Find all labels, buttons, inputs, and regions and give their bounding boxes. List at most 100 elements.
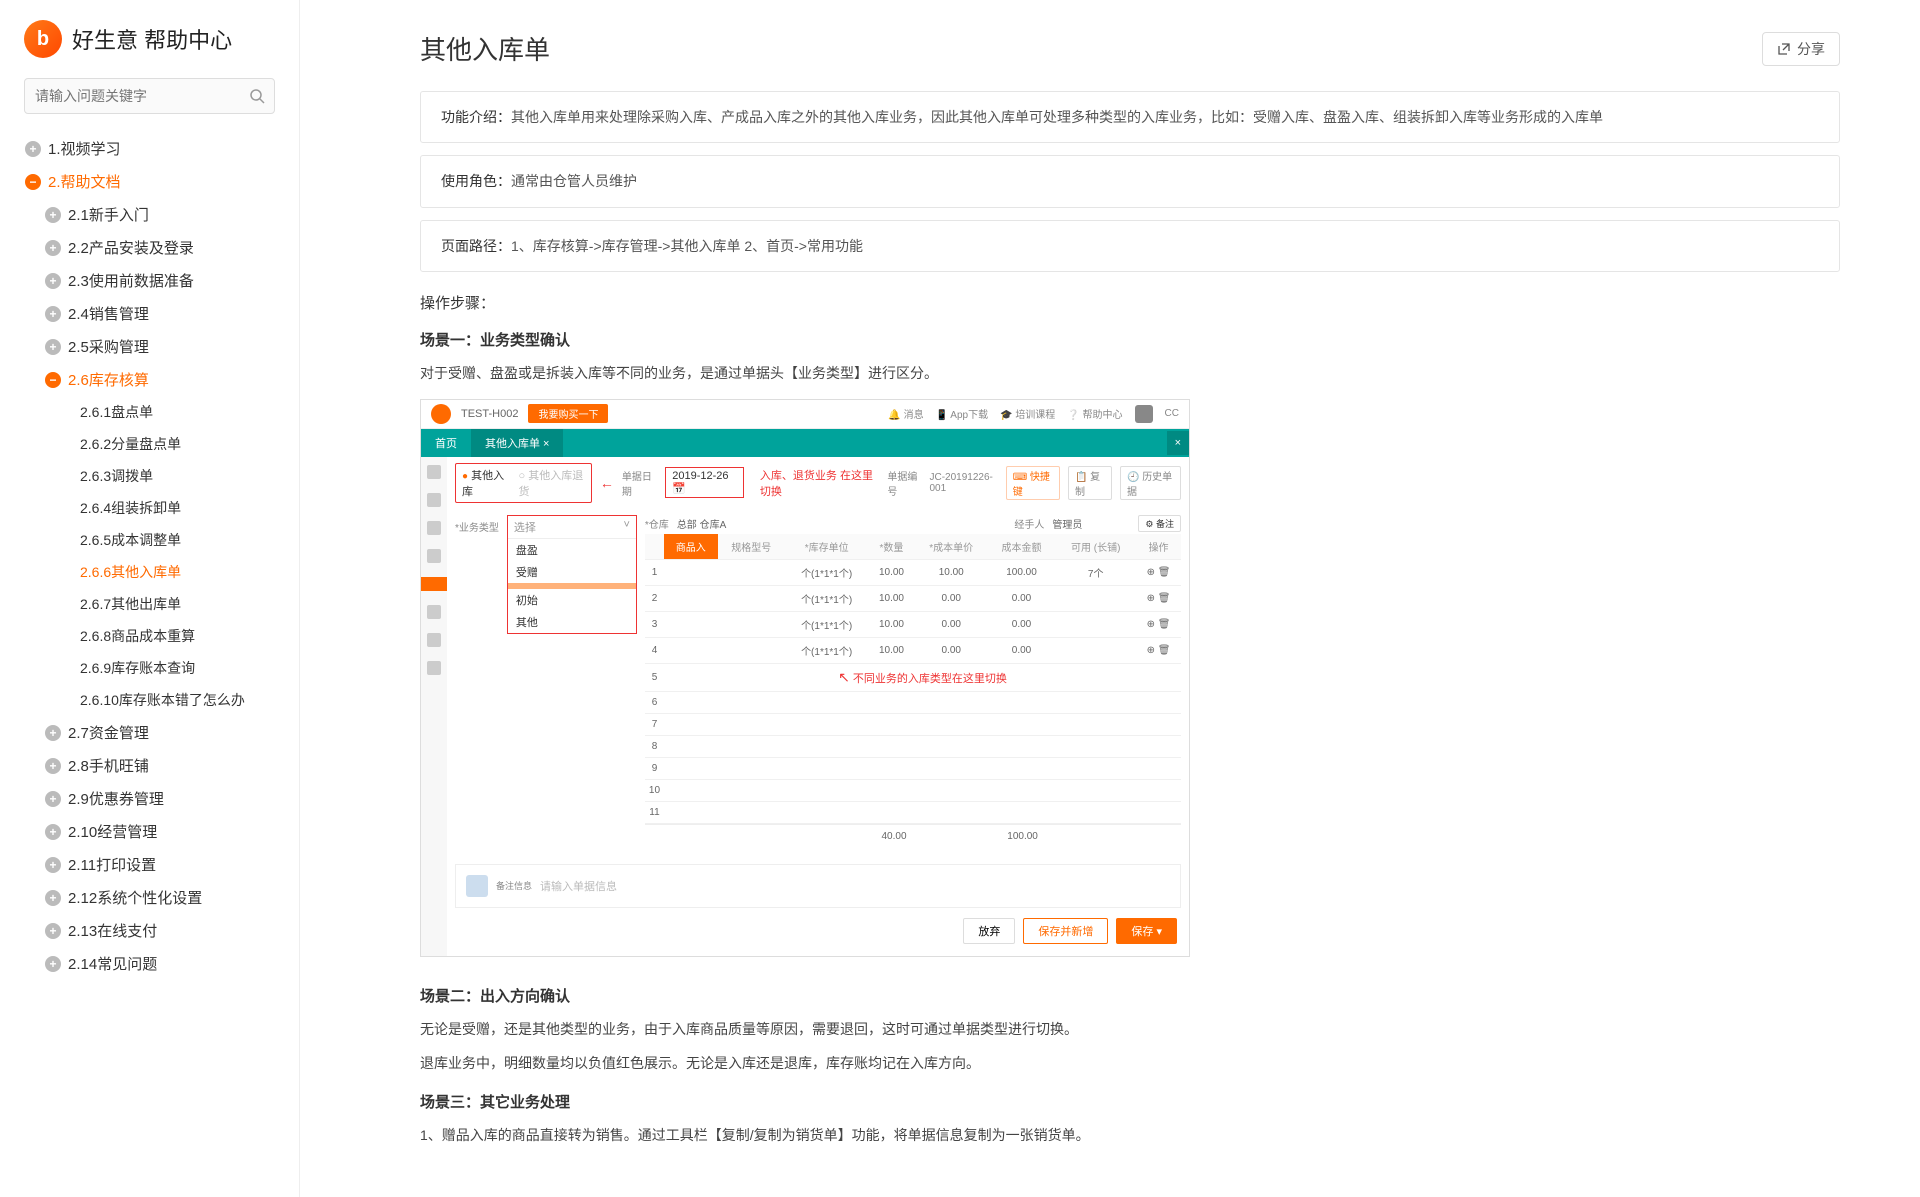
nav-2-6-4[interactable]: 2.6.4组装拆卸单	[24, 492, 275, 524]
nav-2-12[interactable]: +2.12系统个性化设置	[24, 881, 275, 914]
sim-items-table: 商品入规格型号*库存单位*数量*成本单价成本金额可用 (长铺)操作 1个(1*1…	[645, 534, 1181, 824]
nav-2-6-8[interactable]: 2.6.8商品成本重算	[24, 620, 275, 652]
sidebar: b 好生意 帮助中心 +1.视频学习 −2.帮助文档 +2.1新手入门 +2.2…	[0, 0, 300, 1197]
nav-2-6-3[interactable]: 2.6.3调拨单	[24, 460, 275, 492]
sim-radio-out[interactable]: 其他入库退货	[519, 470, 584, 498]
sim-app-link[interactable]: 📱 App下载	[936, 406, 988, 421]
sim-tab-doc[interactable]: 其他入库单 ×	[471, 429, 563, 457]
sim-nav-icon[interactable]	[427, 605, 441, 619]
nav-label: 2.2产品安装及登录	[68, 237, 194, 258]
search-input[interactable]	[24, 78, 275, 114]
sim-dd-option[interactable]: 其他	[508, 611, 636, 633]
table-row[interactable]: 6	[645, 691, 1181, 713]
table-row[interactable]: 3个(1*1*1个)10.000.000.00⊕ 🗑	[645, 611, 1181, 637]
sim-tab-close-icon[interactable]: ×	[1167, 431, 1189, 455]
sim-config-button[interactable]: ⚙ 备注	[1138, 515, 1181, 532]
nav-2-6-2[interactable]: 2.6.2分量盘点单	[24, 428, 275, 460]
table-row[interactable]: 4个(1*1*1个)10.000.000.00⊕ 🗑	[645, 637, 1181, 663]
nav-2-6-9[interactable]: 2.6.9库存账本查询	[24, 652, 275, 684]
sim-username: CC	[1165, 408, 1179, 419]
sim-save-add-button[interactable]: 保存并新增	[1023, 918, 1108, 944]
nav-2-6-1[interactable]: 2.6.1盘点单	[24, 396, 275, 428]
sim-msg-link[interactable]: 🔔 消息	[888, 406, 923, 421]
sim-dd-option[interactable]: 盘盈	[508, 539, 636, 561]
table-row[interactable]: 8	[645, 735, 1181, 757]
table-row[interactable]: 2个(1*1*1个)10.000.000.00⊕ 🗑	[645, 585, 1181, 611]
sim-handler-label: 经手人	[1014, 516, 1044, 531]
table-row[interactable]: 7	[645, 713, 1181, 735]
nav-2-6[interactable]: −2.6库存核算	[24, 363, 275, 396]
nav-2-8[interactable]: +2.8手机旺铺	[24, 749, 275, 782]
nav-2-11[interactable]: +2.11打印设置	[24, 848, 275, 881]
sim-th: 成本金额	[988, 534, 1056, 560]
sim-chip-copy[interactable]: 📋 复制	[1068, 466, 1112, 500]
sim-radio-in[interactable]: 其他入库	[462, 470, 504, 498]
nav-label: 2.6.6其他入库单	[80, 562, 181, 582]
sim-biztype-dropdown[interactable]: 选择˅ 盘盈 受赠 初始 其他	[507, 515, 637, 634]
nav-2-9[interactable]: +2.9优惠券管理	[24, 782, 275, 815]
nav-2-3[interactable]: +2.3使用前数据准备	[24, 264, 275, 297]
nav-2-6-5[interactable]: 2.6.5成本调整单	[24, 524, 275, 556]
sim-notes-input[interactable]: 请输入单据信息	[540, 878, 1170, 894]
search-icon[interactable]	[249, 88, 265, 104]
sim-discard-button[interactable]: 放弃	[963, 918, 1015, 944]
sim-biztype-label: *业务类型	[455, 519, 499, 534]
sim-nav-icon[interactable]	[427, 633, 441, 647]
sim-nav-icon[interactable]	[427, 521, 441, 535]
nav-2-10[interactable]: +2.10经营管理	[24, 815, 275, 848]
nav-video-learning[interactable]: +1.视频学习	[24, 132, 275, 165]
role-card: 使用角色：通常由仓管人员维护	[420, 155, 1840, 207]
sim-nav-icon-active[interactable]	[421, 577, 447, 591]
nav-2-2[interactable]: +2.2产品安装及登录	[24, 231, 275, 264]
sim-tab-home[interactable]: 首页	[421, 429, 471, 457]
sim-save-button[interactable]: 保存 ▾	[1116, 918, 1177, 944]
sim-tutorial-link[interactable]: 🎓 培训课程	[1000, 406, 1055, 421]
sim-avatar-icon[interactable]	[1135, 405, 1153, 423]
table-row[interactable]: 1个(1*1*1个)10.0010.00100.007个⊕ 🗑	[645, 559, 1181, 585]
sim-date-input[interactable]: 2019-12-26 📅	[665, 467, 744, 498]
nav-label: 2.6.4组装拆卸单	[80, 498, 181, 518]
scene2-text1: 无论是受赠，还是其他类型的业务，由于入库商品质量等原因，需要退回，这时可通过单据…	[420, 1016, 1840, 1043]
sim-nav-icon[interactable]	[427, 493, 441, 507]
sim-chip-shortcut[interactable]: ⌨ 快捷键	[1006, 466, 1060, 500]
table-row[interactable]: 5↖ 不同业务的入库类型在这里切换	[645, 663, 1181, 691]
sim-th: *数量	[868, 534, 914, 560]
sim-dd-option[interactable]: 受赠	[508, 561, 636, 583]
sim-dd-option[interactable]: 初始	[508, 589, 636, 611]
nav-2-4[interactable]: +2.4销售管理	[24, 297, 275, 330]
table-row[interactable]: 10	[645, 779, 1181, 801]
nav-2-6-10[interactable]: 2.6.10库存账本错了怎么办	[24, 684, 275, 716]
path-card: 页面路径：1、库存核算->库存管理->其他入库单 2、首页->常用功能	[420, 220, 1840, 272]
sim-nav-icon[interactable]	[427, 465, 441, 479]
nav-2-6-7[interactable]: 2.6.7其他出库单	[24, 588, 275, 620]
sim-nav-icon[interactable]	[427, 549, 441, 563]
nav-2-13[interactable]: +2.13在线支付	[24, 914, 275, 947]
sim-date-label: 单据日期	[622, 468, 657, 498]
sim-direction-toggle[interactable]: ● 其他入库 ○ 其他入库退货	[455, 463, 592, 503]
share-icon	[1777, 42, 1791, 56]
sim-notes-row: 备注信息 请输入单据信息	[455, 864, 1181, 908]
sim-chip-history[interactable]: 🕘 历史单据	[1120, 466, 1181, 500]
nav-2-5[interactable]: +2.5采购管理	[24, 330, 275, 363]
nav-2-1[interactable]: +2.1新手入门	[24, 198, 275, 231]
nav-help-docs[interactable]: −2.帮助文档	[24, 165, 275, 198]
share-button[interactable]: 分享	[1762, 32, 1840, 66]
sim-help-link[interactable]: ❔ 帮助中心	[1067, 406, 1122, 421]
sim-logo-icon	[431, 404, 451, 424]
sim-wh-value[interactable]: 总部 仓库A	[677, 516, 726, 531]
sim-handler-value[interactable]: 管理员	[1052, 516, 1082, 531]
sim-nav-icon[interactable]	[427, 661, 441, 675]
table-row[interactable]: 9	[645, 757, 1181, 779]
nav-label: 2.11打印设置	[68, 854, 156, 875]
nav-label: 2.13在线支付	[68, 920, 157, 941]
annotation-text: 入库、退货业务 在这里切换	[760, 467, 880, 499]
sim-buy-button[interactable]: 我要购买一下	[528, 404, 608, 423]
table-row[interactable]: 11	[645, 801, 1181, 823]
nav-2-7[interactable]: +2.7资金管理	[24, 716, 275, 749]
nav-label: 2.6.7其他出库单	[80, 594, 181, 614]
sim-th: 商品入	[664, 534, 717, 560]
nav-label: 2.1新手入门	[68, 204, 149, 225]
page-title: 其他入库单	[420, 30, 550, 67]
nav-2-14[interactable]: +2.14常见问题	[24, 947, 275, 980]
nav-2-6-6[interactable]: 2.6.6其他入库单	[24, 556, 275, 588]
